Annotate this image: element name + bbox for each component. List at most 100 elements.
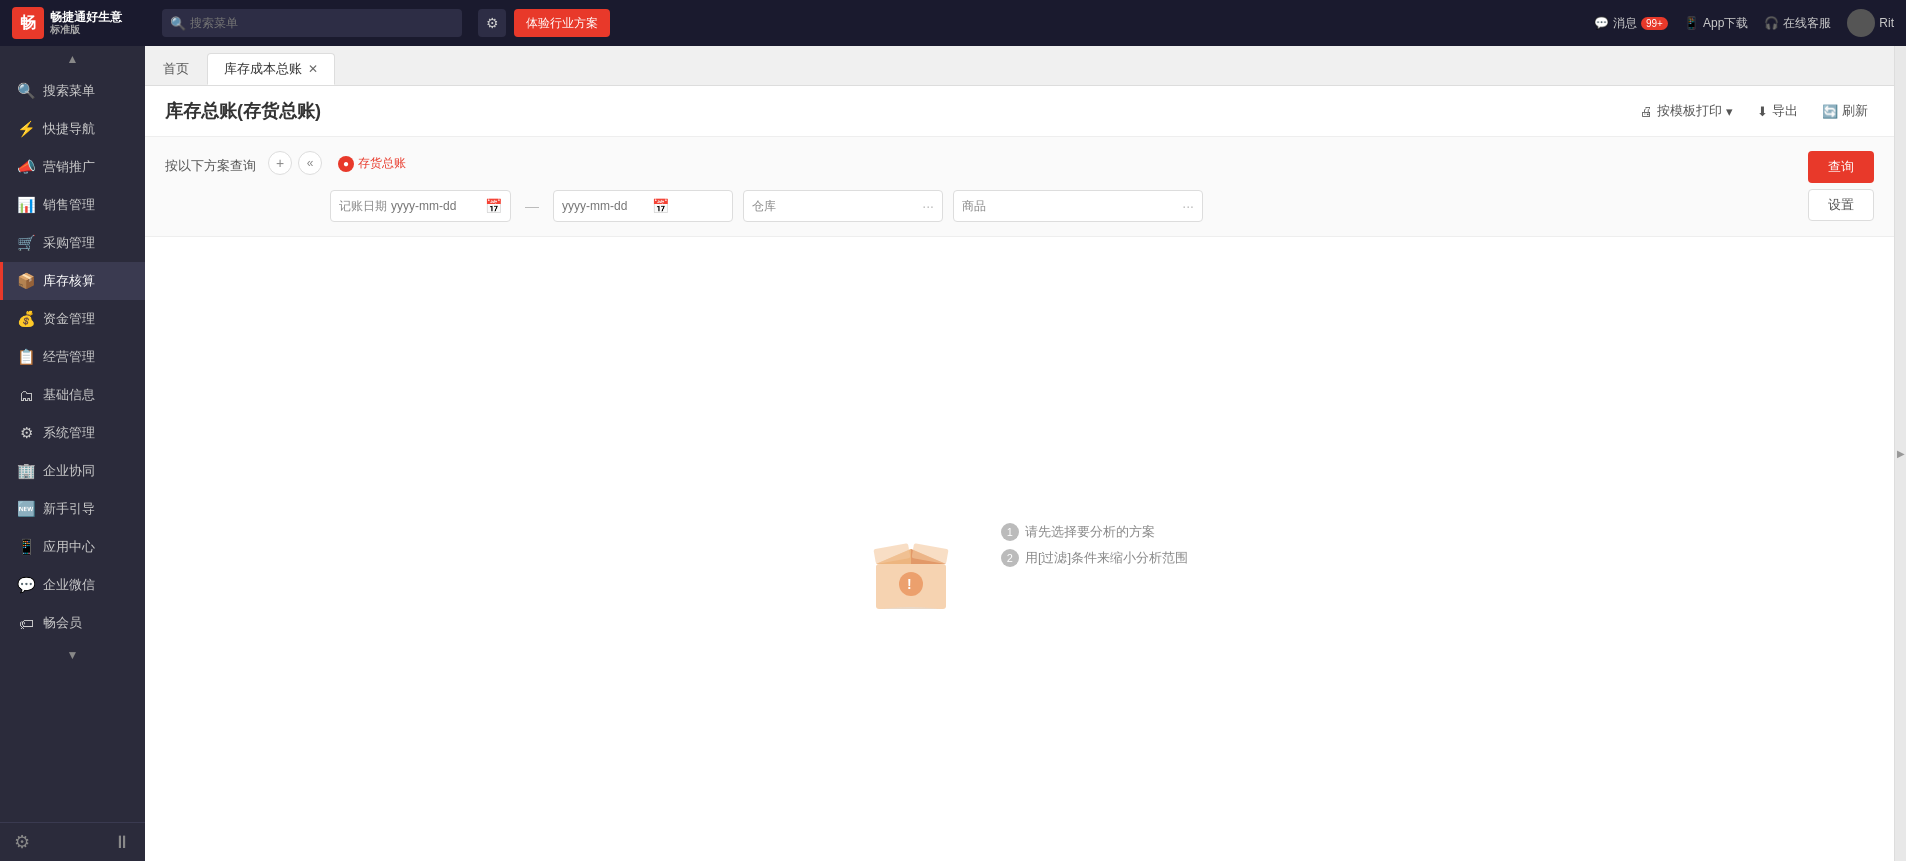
sidebar-item-operation[interactable]: 📋 经营管理 — [0, 338, 145, 376]
tip-text-1: 请先选择要分析的方案 — [1025, 523, 1155, 541]
top-bar-actions: ⚙ 体验行业方案 — [478, 9, 610, 37]
warehouse-filter[interactable]: 仓库 ··· — [743, 190, 943, 222]
page-content: 库存总账(存货总账) 🖨 按模板打印 ▾ ⬇ 导出 🔄 刷新 — [145, 86, 1894, 861]
sidebar-label-shortcut: 快捷导航 — [43, 120, 95, 138]
page-header-actions: 🖨 按模板打印 ▾ ⬇ 导出 🔄 刷新 — [1634, 98, 1874, 124]
sidebar-item-member[interactable]: 🏷 畅会员 — [0, 604, 145, 642]
sidebar-label-search: 搜索菜单 — [43, 82, 95, 100]
sidebar-label-capital: 资金管理 — [43, 310, 95, 328]
date-end-field[interactable]: 📅 — [553, 190, 733, 222]
sidebar-item-inventory[interactable]: 📦 库存核算 — [0, 262, 145, 300]
basic-icon: 🗂 — [17, 387, 35, 404]
sidebar-bottom: ⚙ ⏸ — [0, 822, 145, 861]
goods-more-icon: ··· — [1182, 198, 1194, 214]
collapse-sidebar-icon[interactable]: ⏸ — [113, 832, 131, 853]
messages-btn[interactable]: 💬 消息 99+ — [1594, 15, 1668, 32]
refresh-btn[interactable]: 🔄 刷新 — [1816, 98, 1874, 124]
date-start-field[interactable]: 记账日期 📅 — [330, 190, 511, 222]
user-profile[interactable]: Rit — [1847, 9, 1894, 37]
query-btn[interactable]: 查询 — [1808, 151, 1874, 183]
add-filter-btn[interactable]: + — [268, 151, 292, 175]
print-btn[interactable]: 🖨 按模板打印 ▾ — [1634, 98, 1739, 124]
sidebar-scroll-down[interactable]: ▼ — [0, 642, 145, 668]
app-name: 畅捷通好生意 — [50, 10, 122, 24]
search-icon: 🔍 — [170, 16, 186, 31]
filter-area: 按以下方案查询 + « ● 存货总账 — [145, 137, 1894, 237]
sidebar-item-basic[interactable]: 🗂 基础信息 — [0, 376, 145, 414]
search-bar[interactable]: 🔍 — [162, 9, 462, 37]
collapse-filter-btn[interactable]: « — [298, 151, 322, 175]
sidebar-scroll-up[interactable]: ▲ — [0, 46, 145, 72]
member-icon: 🏷 — [17, 615, 35, 632]
messages-badge: 99+ — [1641, 17, 1668, 30]
warehouse-label: 仓库 — [752, 198, 776, 215]
marketing-icon: 📣 — [17, 158, 35, 176]
filter-controls: ● 存货总账 记账日期 📅 — — [330, 151, 1796, 222]
sidebar-item-newguide[interactable]: 🆕 新手引导 — [0, 490, 145, 528]
date-start-input[interactable] — [391, 199, 481, 213]
sidebar-item-wechat[interactable]: 💬 企业微信 — [0, 566, 145, 604]
operation-icon: 📋 — [17, 348, 35, 366]
calendar-end-icon[interactable]: 📅 — [652, 198, 669, 214]
sidebar-item-apps[interactable]: 📱 应用中心 — [0, 528, 145, 566]
svg-text:!: ! — [907, 576, 912, 592]
sidebar-item-system[interactable]: ⚙ 系统管理 — [0, 414, 145, 452]
tab-home[interactable]: 首页 — [147, 53, 205, 85]
print-dropdown-icon: ▾ — [1726, 104, 1733, 119]
tip-text-2: 用[过滤]条件来缩小分析范围 — [1025, 549, 1188, 567]
inventory-ledger-tab-label: 库存成本总账 — [224, 60, 302, 78]
sidebar-item-enterprise[interactable]: 🏢 企业协同 — [0, 452, 145, 490]
page-title: 库存总账(存货总账) — [165, 99, 321, 123]
sidebar-item-capital[interactable]: 💰 资金管理 — [0, 300, 145, 338]
scheme-row: ● 存货总账 — [330, 151, 1796, 180]
sidebar-item-marketing[interactable]: 📣 营销推广 — [0, 148, 145, 186]
export-icon: ⬇ — [1757, 104, 1768, 119]
settings-btn[interactable]: 设置 — [1808, 189, 1874, 221]
tab-inventory-ledger[interactable]: 库存成本总账 ✕ — [207, 53, 335, 85]
warehouse-more-icon: ··· — [922, 198, 934, 214]
right-collapse-icon: ▶ — [1895, 448, 1906, 459]
sidebar-label-purchase: 采购管理 — [43, 234, 95, 252]
settings-icon-btn[interactable]: ⚙ — [478, 9, 506, 37]
date-separator: — — [521, 198, 543, 214]
scheme-label: 存货总账 — [358, 155, 406, 172]
tab-close-icon[interactable]: ✕ — [308, 62, 318, 76]
home-tab-label: 首页 — [163, 60, 189, 78]
industry-btn[interactable]: 体验行业方案 — [514, 9, 610, 37]
filter-label: 按以下方案查询 — [165, 151, 256, 175]
filter-row: 记账日期 📅 — 📅 仓库 ··· — [330, 190, 1796, 222]
sidebar-item-search[interactable]: 🔍 搜索菜单 — [0, 72, 145, 110]
sidebar-label-sales: 销售管理 — [43, 196, 95, 214]
date-end-input[interactable] — [562, 199, 652, 213]
settings-bottom-icon[interactable]: ⚙ — [14, 831, 30, 853]
sidebar-label-basic: 基础信息 — [43, 386, 95, 404]
app-download-btn[interactable]: 📱 App下载 — [1684, 15, 1748, 32]
sidebar-item-shortcut[interactable]: ⚡ 快捷导航 — [0, 110, 145, 148]
goods-filter[interactable]: 商品 ··· — [953, 190, 1203, 222]
sidebar-label-system: 系统管理 — [43, 424, 95, 442]
sidebar-item-purchase[interactable]: 🛒 采购管理 — [0, 224, 145, 262]
calendar-start-icon[interactable]: 📅 — [485, 198, 502, 214]
enterprise-icon: 🏢 — [17, 462, 35, 480]
sidebar-item-sales[interactable]: 📊 销售管理 — [0, 186, 145, 224]
avatar — [1847, 9, 1875, 37]
top-bar-right: 💬 消息 99+ 📱 App下载 🎧 在线客服 Rit — [1594, 9, 1894, 37]
system-icon: ⚙ — [17, 424, 35, 442]
scheme-item[interactable]: ● 存货总账 — [330, 151, 414, 176]
wechat-icon: 💬 — [17, 576, 35, 594]
download-icon: 📱 — [1684, 16, 1699, 30]
tip-num-2: 2 — [1001, 549, 1019, 567]
right-collapse-btn[interactable]: ▶ — [1894, 46, 1906, 861]
newguide-icon: 🆕 — [17, 500, 35, 518]
sidebar-label-apps: 应用中心 — [43, 538, 95, 556]
search-input[interactable] — [190, 16, 454, 30]
tab-bar: 首页 库存成本总账 ✕ — [145, 46, 1894, 86]
apps-icon: 📱 — [17, 538, 35, 556]
logo-icon: 畅 — [12, 7, 44, 39]
messages-label: 消息 — [1613, 15, 1637, 32]
online-service-btn[interactable]: 🎧 在线客服 — [1764, 15, 1831, 32]
sales-icon: 📊 — [17, 196, 35, 214]
date-label: 记账日期 — [339, 198, 387, 215]
export-btn[interactable]: ⬇ 导出 — [1751, 98, 1804, 124]
main-layout: ▲ 🔍 搜索菜单 ⚡ 快捷导航 📣 营销推广 📊 销售管理 🛒 采购管理 📦 库… — [0, 46, 1906, 861]
